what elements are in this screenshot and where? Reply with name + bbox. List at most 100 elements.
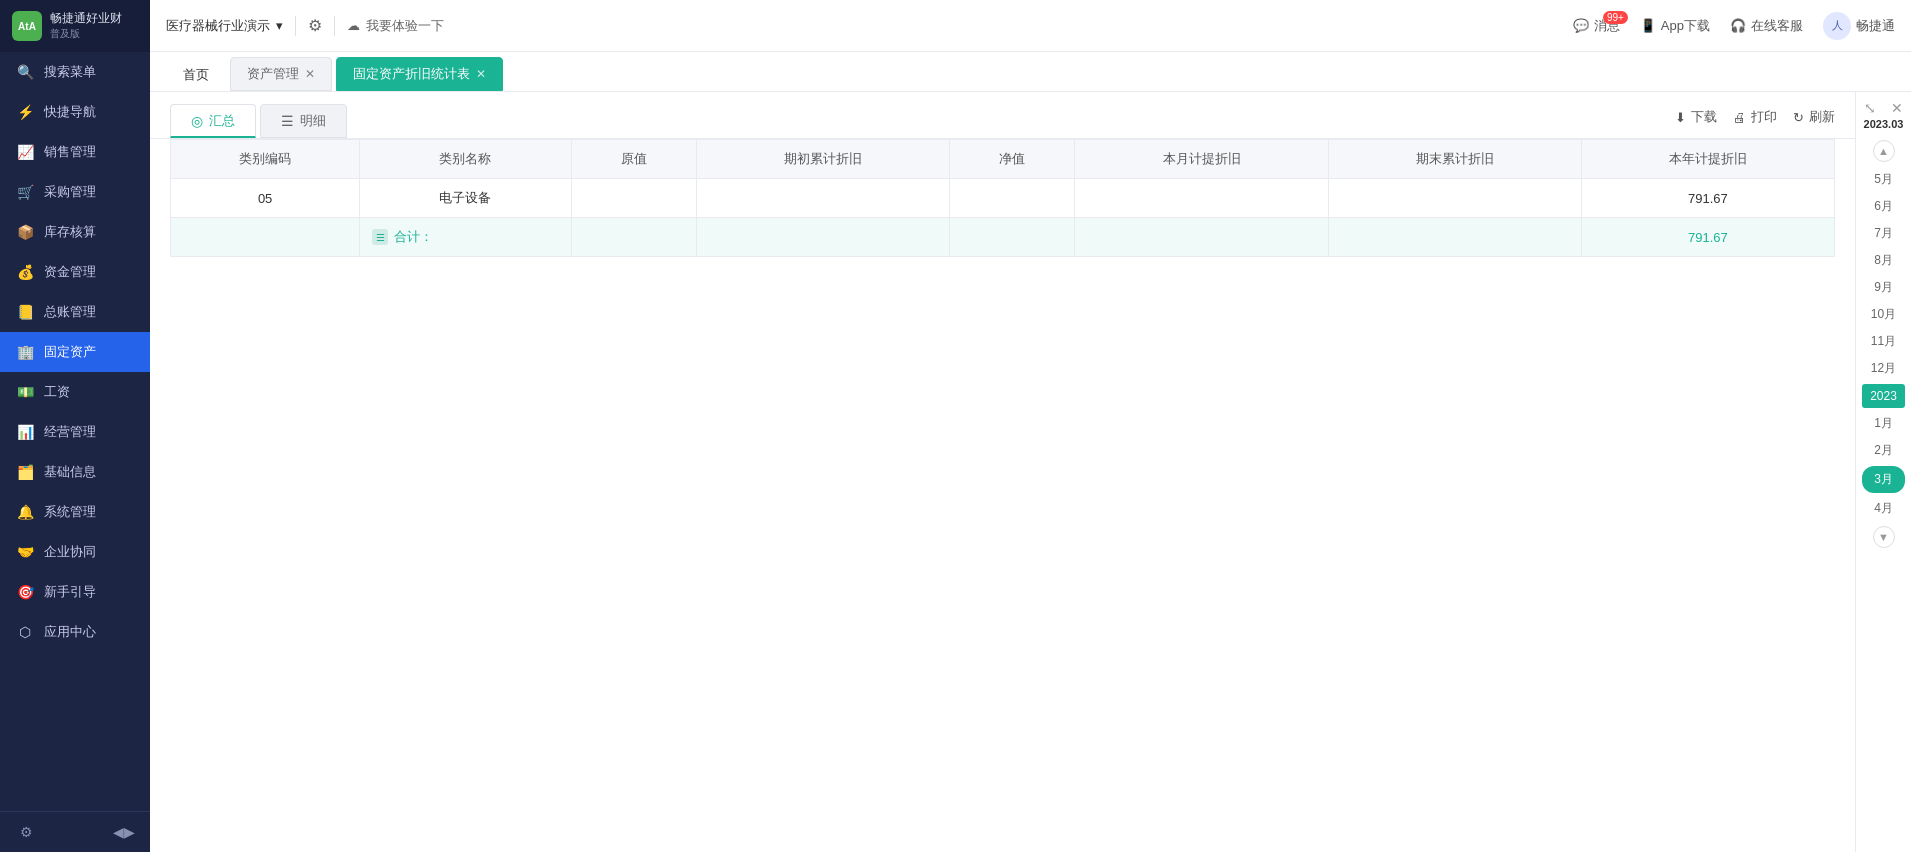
tab-assets-mgmt[interactable]: 资产管理 ✕: [230, 57, 332, 91]
col-name: 类别名称: [360, 140, 571, 179]
timeline-month-10[interactable]: 10月: [1856, 301, 1911, 328]
sidebar: AtA 畅捷通好业财 普及版 🔍 搜索菜单 ⚡ 快捷导航 📈 销售管理 🛒 采购…: [0, 0, 150, 852]
sidebar-label-funds: 资金管理: [44, 263, 96, 281]
sidebar-item-purchase[interactable]: 🛒 采购管理: [0, 172, 150, 212]
col-period-accum: 期初累计折旧: [696, 140, 949, 179]
timeline-month-4[interactable]: 4月: [1856, 495, 1911, 522]
close-depreciation-icon[interactable]: ✕: [476, 67, 486, 81]
sidebar-item-enterprise[interactable]: 🤝 企业协同: [0, 532, 150, 572]
table-container: 类别编码 类别名称 原值 期初累计折旧 净值 本月计提折旧 期末累计折旧 本年计…: [150, 139, 1855, 257]
guide-icon: 🎯: [16, 583, 34, 601]
subtotal-annual: 791.67: [1581, 218, 1834, 257]
sidebar-item-search[interactable]: 🔍 搜索菜单: [0, 52, 150, 92]
sidebar-item-system[interactable]: 🔔 系统管理: [0, 492, 150, 532]
row-period-end-accum: [1328, 179, 1581, 218]
settings-button[interactable]: ⚙: [16, 822, 36, 842]
depreciation-table: 类别编码 类别名称 原值 期初累计折旧 净值 本月计提折旧 期末累计折旧 本年计…: [170, 139, 1835, 257]
message-button[interactable]: 💬 消息 99+: [1573, 17, 1620, 35]
content-main: ◎ 汇总 ☰ 明细 ⬇ 下载 🖨 打印: [150, 92, 1855, 852]
timeline-month-8[interactable]: 8月: [1856, 247, 1911, 274]
app-download-label: App下载: [1661, 17, 1710, 35]
row-name: 电子设备: [360, 179, 571, 218]
service-label: 在线客服: [1751, 17, 1803, 35]
toolbar: ⬇ 下载 🖨 打印 ↻ 刷新: [1675, 108, 1835, 134]
subtab-summary[interactable]: ◎ 汇总: [170, 104, 256, 138]
timeline-year-2023[interactable]: 2023: [1862, 384, 1905, 408]
timeline-month-3[interactable]: 3月: [1862, 466, 1905, 493]
print-button[interactable]: 🖨 打印: [1733, 108, 1777, 126]
sidebar-item-fixedassets[interactable]: 🏢 固定资产: [0, 332, 150, 372]
summary-icon: ◎: [191, 113, 203, 129]
experience-button[interactable]: ☁ 我要体验一下: [347, 17, 444, 35]
appcenter-icon: ⬡: [16, 623, 34, 641]
current-period: 2023.03: [1864, 116, 1904, 136]
sidebar-label-guide: 新手引导: [44, 583, 96, 601]
subtotal-monthly: [1075, 218, 1328, 257]
col-code: 类别编码: [171, 140, 360, 179]
subtotal-label-group: ☰ 合计：: [372, 228, 558, 246]
sidebar-item-basicinfo[interactable]: 🗂️ 基础信息: [0, 452, 150, 492]
sidebar-item-inventory[interactable]: 📦 库存核算: [0, 212, 150, 252]
sidebar-item-ledger[interactable]: 📒 总账管理: [0, 292, 150, 332]
right-panel: ⤡ ✕ 2023.03 ▲ 5月 6月 7月 8月 9月 10月 11月 12月…: [1855, 92, 1911, 852]
sales-icon: 📈: [16, 143, 34, 161]
timeline-month-6[interactable]: 6月: [1856, 193, 1911, 220]
timeline-month-12[interactable]: 12月: [1856, 355, 1911, 382]
sidebar-item-appcenter[interactable]: ⬡ 应用中心: [0, 612, 150, 652]
sidebar-item-payroll[interactable]: 💵 工资: [0, 372, 150, 412]
timeline-month-1[interactable]: 1月: [1856, 410, 1911, 437]
sidebar-label-inventory: 库存核算: [44, 223, 96, 241]
expand-icon[interactable]: ⤡: [1864, 100, 1876, 116]
service-button[interactable]: 🎧 在线客服: [1730, 17, 1803, 35]
timeline-down-button[interactable]: ▼: [1873, 526, 1895, 548]
col-period-end-accum: 期末累计折旧: [1328, 140, 1581, 179]
sidebar-label-quicknav: 快捷导航: [44, 103, 96, 121]
enterprise-icon: 🤝: [16, 543, 34, 561]
app-title: 畅捷通好业财: [50, 11, 122, 27]
app-subtitle: 普及版: [50, 27, 122, 41]
timeline-month-2[interactable]: 2月: [1856, 437, 1911, 464]
sidebar-footer: ⚙ ◀▶: [0, 811, 150, 852]
sidebar-label-operations: 经营管理: [44, 423, 96, 441]
sidebar-item-funds[interactable]: 💰 资金管理: [0, 252, 150, 292]
sidebar-header: AtA 畅捷通好业财 普及版: [0, 0, 150, 52]
company-selector[interactable]: 医疗器械行业演示 ▾: [166, 17, 283, 35]
subtab-detail[interactable]: ☰ 明细: [260, 104, 347, 138]
sidebar-label-basicinfo: 基础信息: [44, 463, 96, 481]
app-download-button[interactable]: 📱 App下载: [1640, 17, 1710, 35]
search-icon: 🔍: [16, 63, 34, 81]
subtotal-icon: ☰: [372, 229, 388, 245]
download-button[interactable]: ⬇ 下载: [1675, 108, 1717, 126]
purchase-icon: 🛒: [16, 183, 34, 201]
row-net: [950, 179, 1075, 218]
refresh-icon: ↻: [1793, 110, 1804, 125]
home-tab-label: 首页: [183, 66, 209, 84]
close-panel-icon[interactable]: ✕: [1891, 100, 1903, 116]
payroll-icon: 💵: [16, 383, 34, 401]
timeline-up-button[interactable]: ▲: [1873, 140, 1895, 162]
timeline-month-7[interactable]: 7月: [1856, 220, 1911, 247]
sidebar-item-sales[interactable]: 📈 销售管理: [0, 132, 150, 172]
settings-icon[interactable]: ⚙: [308, 16, 322, 35]
refresh-button[interactable]: ↻ 刷新: [1793, 108, 1835, 126]
content-area: ◎ 汇总 ☰ 明细 ⬇ 下载 🖨 打印: [150, 92, 1911, 852]
row-period-accum: [696, 179, 949, 218]
collapse-button[interactable]: ◀▶: [114, 822, 134, 842]
timeline-month-9[interactable]: 9月: [1856, 274, 1911, 301]
refresh-label: 刷新: [1809, 108, 1835, 126]
sidebar-item-quicknav[interactable]: ⚡ 快捷导航: [0, 92, 150, 132]
depreciation-label: 固定资产折旧统计表: [353, 65, 470, 83]
subtotal-period-end-accum: [1328, 218, 1581, 257]
logo-text: AtA: [18, 21, 36, 32]
tab-home[interactable]: 首页: [166, 57, 226, 91]
user-menu[interactable]: 人 畅捷通: [1823, 12, 1895, 40]
close-assets-mgmt-icon[interactable]: ✕: [305, 67, 315, 81]
sidebar-item-guide[interactable]: 🎯 新手引导: [0, 572, 150, 612]
experience-text: 我要体验一下: [366, 17, 444, 35]
sidebar-label-appcenter: 应用中心: [44, 623, 96, 641]
timeline-month-11[interactable]: 11月: [1856, 328, 1911, 355]
timeline-month-5[interactable]: 5月: [1856, 166, 1911, 193]
tab-depreciation[interactable]: 固定资产折旧统计表 ✕: [336, 57, 503, 91]
sidebar-item-operations[interactable]: 📊 经营管理: [0, 412, 150, 452]
subtotal-row: ☰ 合计： 791.67: [171, 218, 1835, 257]
